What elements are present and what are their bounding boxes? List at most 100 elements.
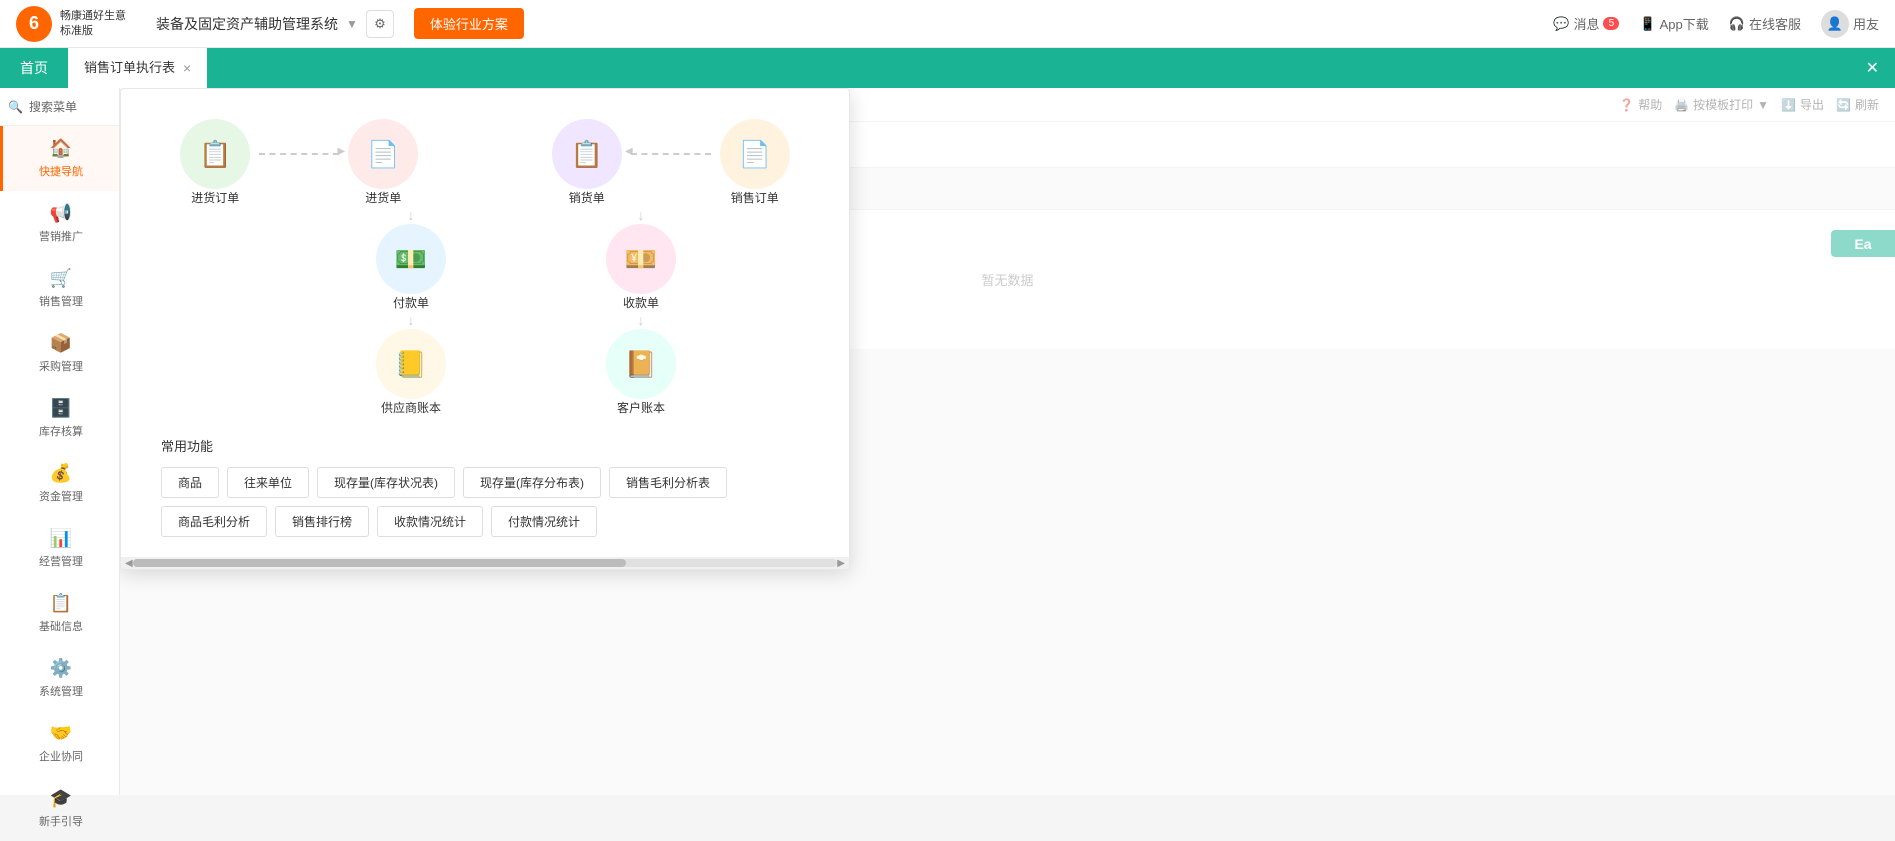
func-btn-partner[interactable]: 往来单位 xyxy=(227,467,309,498)
sidebar: 🔍 搜索菜单 🏠 快捷导航 📢 营销推广 🛒 销售管理 📦 采购管理 🗄️ 库存… xyxy=(0,88,120,795)
window-close-icon[interactable]: ✕ xyxy=(1866,58,1879,78)
search-icon: 🔍 xyxy=(8,100,23,114)
receipt-down-arrow: ↓ xyxy=(591,206,691,224)
func-btn-sales-rank[interactable]: 销售排行榜 xyxy=(275,506,369,537)
sales-bill-label: 销货单 xyxy=(569,189,605,206)
top-header: 6 畅康通好生意 标准版 装备及固定资产辅助管理系统 ▼ ⚙ 体验行业方案 💬 … xyxy=(0,0,1895,48)
row4-sp2 xyxy=(271,311,361,329)
basic-info-icon: 📋 xyxy=(50,593,72,614)
functions-title: 常用功能 xyxy=(161,436,809,455)
quick-nav-modal: 📋 进货订单 ▶ 📄 进货单 xyxy=(120,88,850,570)
purchase-bill-label: 进货单 xyxy=(365,189,401,206)
guide-icon: 🎓 xyxy=(50,788,72,809)
tab-active[interactable]: 销售订单执行表 × xyxy=(68,48,207,88)
finance-icon: 💰 xyxy=(50,463,72,484)
func-btn-payment-stats[interactable]: 付款情况统计 xyxy=(491,506,597,537)
row4-sp1 xyxy=(171,311,271,329)
sales-order-label: 销售订单 xyxy=(731,189,779,206)
message-badge: 5 xyxy=(1603,17,1619,30)
header-right: 💬 消息 5 📱 App下载 🎧 在线客服 👤 用友 xyxy=(1553,10,1879,38)
purchase-bill-icon: 📄 xyxy=(348,119,418,189)
func-btn-receipt-stats[interactable]: 收款情况统计 xyxy=(377,506,483,537)
enterprise-icon: 🤝 xyxy=(50,723,72,744)
dropdown-arrow-icon[interactable]: ▼ xyxy=(346,17,358,31)
logo-text: 畅康通好生意 标准版 xyxy=(60,9,126,38)
func-btn-inventory-dist[interactable]: 现存量(库存分布表) xyxy=(463,467,601,498)
arrow-sales-order-to-bill: ◀ xyxy=(631,153,711,155)
payment-down-arrow: ↓ xyxy=(361,206,461,224)
receipt-bill-icon: 💴 xyxy=(606,224,676,294)
payment-bill-node[interactable]: 💵 付款单 xyxy=(361,224,461,311)
system-icon: ⚙️ xyxy=(50,658,72,679)
logo-area: 6 畅康通好生意 标准版 xyxy=(16,6,136,42)
headset-icon: 🎧 xyxy=(1729,16,1745,32)
func-btn-inventory-status[interactable]: 现存量(库存状况表) xyxy=(317,467,455,498)
arrow-purchase-order-to-bill: ▶ xyxy=(259,153,339,155)
modal-scrollbar[interactable]: ◀ ▶ xyxy=(121,557,849,569)
search-menu-button[interactable]: 🔍 搜索菜单 xyxy=(0,88,119,126)
sidebar-item-inventory[interactable]: 🗄️ 库存核算 xyxy=(0,386,119,451)
logo-icon: 6 xyxy=(16,6,52,42)
flow-section: 📋 进货订单 ▶ 📄 进货单 xyxy=(121,89,849,436)
sidebar-item-system[interactable]: ⚙️ 系统管理 xyxy=(0,646,119,711)
supplier-ledger-node[interactable]: 📒 供应商账本 xyxy=(361,329,461,416)
sales-bill-node[interactable]: 📋 销货单 xyxy=(543,119,631,206)
sidebar-item-sales[interactable]: 🛒 销售管理 xyxy=(0,256,119,321)
sidebar-item-quick-nav[interactable]: 🏠 快捷导航 xyxy=(0,126,119,191)
receipt-bill-label: 收款单 xyxy=(623,294,659,311)
avatar: 👤 xyxy=(1821,10,1849,38)
purchase-order-icon: 📋 xyxy=(180,119,250,189)
tab-close-icon[interactable]: × xyxy=(183,48,191,88)
sidebar-item-finance[interactable]: 💰 资金管理 xyxy=(0,451,119,516)
payment-bill-icon: 💵 xyxy=(376,224,446,294)
row4-sp3 xyxy=(461,311,591,329)
customer-down-arrow: ↓ xyxy=(591,311,691,329)
modal-overlay: 📋 进货订单 ▶ 📄 进货单 xyxy=(120,88,1895,795)
system-title: 装备及固定资产辅助管理系统 ▼ ⚙ 体验行业方案 xyxy=(136,8,1553,39)
receipt-bill-node[interactable]: 💴 收款单 xyxy=(591,224,691,311)
sales-order-node[interactable]: 📄 销售订单 xyxy=(711,119,799,206)
scroll-left-icon[interactable]: ◀ xyxy=(125,558,133,569)
purchase-order-node[interactable]: 📋 进货订单 xyxy=(171,119,259,206)
tab-home[interactable]: 首页 xyxy=(0,48,68,88)
functions-section: 常用功能 商品 往来单位 现存量(库存状况表) 现存量(库存分布表) 销售毛利分… xyxy=(121,436,849,557)
operations-icon: 📊 xyxy=(50,528,72,549)
sidebar-item-operations[interactable]: 📊 经营管理 xyxy=(0,516,119,581)
supplier-ledger-label: 供应商账本 xyxy=(381,399,441,416)
user-menu[interactable]: 👤 用友 xyxy=(1821,10,1879,38)
purchase-icon: 📦 xyxy=(50,333,72,354)
sales-order-icon: 📄 xyxy=(720,119,790,189)
content-area: ❓ 帮助 🖨️ 按模板打印 ▼ ⬇️ 导出 🔄 刷新 xyxy=(120,88,1895,795)
sidebar-item-enterprise[interactable]: 🤝 企业协同 xyxy=(0,711,119,776)
main-layout: 🔍 搜索菜单 🏠 快捷导航 📢 营销推广 🛒 销售管理 📦 采购管理 🗄️ 库存… xyxy=(0,88,1895,795)
trial-button[interactable]: 体验行业方案 xyxy=(414,8,524,39)
sales-icon: 🛒 xyxy=(50,268,72,289)
customer-ledger-label: 客户账本 xyxy=(617,399,665,416)
message-icon: 💬 xyxy=(1553,16,1569,32)
payment-bill-label: 付款单 xyxy=(393,294,429,311)
online-service-button[interactable]: 🎧 在线客服 xyxy=(1729,14,1801,33)
message-button[interactable]: 💬 消息 5 xyxy=(1553,14,1619,33)
func-btn-product-profit[interactable]: 商品毛利分析 xyxy=(161,506,267,537)
home-icon: 🏠 xyxy=(50,138,72,159)
settings-icon[interactable]: ⚙ xyxy=(366,10,394,38)
customer-ledger-icon: 📔 xyxy=(606,329,676,399)
system-name-label: 装备及固定资产辅助管理系统 xyxy=(156,14,338,34)
scroll-right-icon[interactable]: ▶ xyxy=(837,558,845,569)
purchase-bill-node[interactable]: 📄 进货单 xyxy=(339,119,427,206)
scroll-track xyxy=(133,559,838,567)
download-icon: 📱 xyxy=(1639,16,1655,32)
func-btn-sales-profit[interactable]: 销售毛利分析表 xyxy=(609,467,727,498)
sidebar-item-marketing[interactable]: 📢 营销推广 xyxy=(0,191,119,256)
purchase-order-label: 进货订单 xyxy=(191,189,239,206)
customer-ledger-node[interactable]: 📔 客户账本 xyxy=(591,329,691,416)
sidebar-item-basic[interactable]: 📋 基础信息 xyxy=(0,581,119,646)
inventory-icon: 🗄️ xyxy=(50,398,72,419)
supplier-down-arrow: ↓ xyxy=(361,311,461,329)
supplier-ledger-icon: 📒 xyxy=(376,329,446,399)
sidebar-item-guide[interactable]: 🎓 新手引导 xyxy=(0,776,119,841)
sidebar-item-purchase[interactable]: 📦 采购管理 xyxy=(0,321,119,386)
app-download-button[interactable]: 📱 App下载 xyxy=(1639,14,1708,33)
func-btn-product[interactable]: 商品 xyxy=(161,467,219,498)
functions-grid: 商品 往来单位 现存量(库存状况表) 现存量(库存分布表) 销售毛利分析表 商品… xyxy=(161,467,809,537)
